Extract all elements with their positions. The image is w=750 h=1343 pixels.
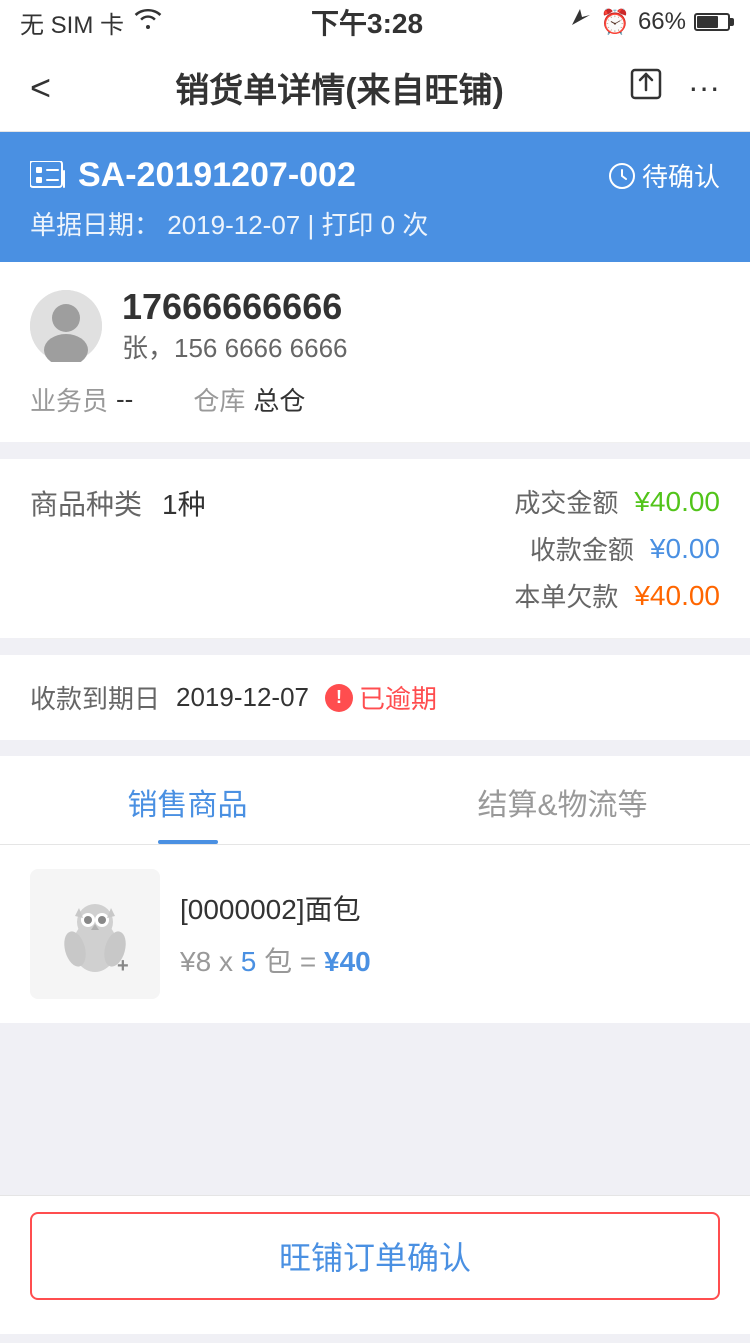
- overdue-text: 已逾期: [359, 679, 437, 716]
- received-amount-value: ¥0.00: [650, 533, 720, 565]
- order-date-row: 单据日期： 2019-12-07 | 打印 0 次: [30, 205, 720, 242]
- carrier-label: 无 SIM 卡: [20, 5, 124, 40]
- battery-label: 66%: [638, 8, 686, 36]
- product-thumbnail: +: [30, 869, 160, 999]
- warehouse-field: 仓库 总仓: [193, 381, 305, 418]
- category-value: 1种: [162, 483, 206, 523]
- salesman-value: --: [116, 384, 133, 415]
- status-left: 无 SIM 卡: [20, 5, 162, 40]
- customer-section: 17666666666 张，156 6666 6666 业务员 -- 仓库 总仓: [0, 262, 750, 442]
- product-total: ¥40: [324, 946, 371, 977]
- divider-1: [30, 442, 720, 443]
- battery-icon: [694, 13, 730, 31]
- overdue-badge: ! 已逾期: [325, 679, 437, 716]
- salesman-label: 业务员: [30, 381, 108, 418]
- deal-amount-value: ¥40.00: [634, 486, 720, 518]
- multiply-sign: x: [219, 946, 241, 977]
- date-label: 单据日期：: [30, 210, 160, 240]
- category-label: 商品种类: [30, 483, 142, 523]
- warehouse-label: 仓库: [193, 381, 245, 418]
- product-price-row: ¥8 x 5 包 = ¥40: [180, 940, 720, 980]
- clock-icon: [608, 162, 636, 190]
- order-date: 2019-12-07: [167, 210, 300, 240]
- tab-sales[interactable]: 销售商品: [0, 756, 375, 844]
- product-code: [0000002]: [180, 894, 305, 925]
- owed-amount-row: 本单欠款 ¥40.00: [514, 577, 720, 614]
- order-status: 待确认: [608, 157, 720, 194]
- nav-actions: ···: [628, 66, 720, 110]
- back-button[interactable]: <: [30, 67, 51, 109]
- order-header: SA-20191207-002 待确认 单据日期： 2019-12-07 | 打…: [0, 132, 750, 262]
- page-title: 销货单详情(来自旺铺): [175, 63, 504, 112]
- customer-info: 17666666666 张，156 6666 6666: [122, 286, 348, 365]
- equals-sign: =: [300, 946, 324, 977]
- bottom-bar: 旺铺订单确认: [0, 1195, 750, 1334]
- due-date-label: 收款到期日: [30, 679, 160, 716]
- tabs-row: 销售商品 结算&物流等: [0, 756, 750, 845]
- empty-area: [0, 1023, 750, 1203]
- nav-bar: < 销货单详情(来自旺铺) ···: [0, 44, 750, 132]
- more-icon[interactable]: ···: [688, 69, 720, 106]
- alarm-icon: ⏰: [600, 8, 630, 37]
- received-amount-label: 收款金额: [530, 530, 634, 567]
- order-icon: [30, 161, 66, 191]
- due-date-value: 2019-12-07: [176, 682, 309, 713]
- salesman-field: 业务员 --: [30, 381, 133, 418]
- overdue-icon: !: [325, 684, 353, 712]
- product-image: +: [45, 884, 145, 984]
- due-section: 收款到期日 2019-12-07 ! 已逾期: [0, 655, 750, 740]
- customer-phone: 17666666666: [122, 286, 348, 328]
- status-right: ⏰ 66%: [572, 8, 730, 37]
- deal-amount-label: 成交金额: [514, 483, 618, 520]
- confirm-button[interactable]: 旺铺订单确认: [30, 1212, 720, 1300]
- received-amount-row: 收款金额 ¥0.00: [530, 530, 720, 567]
- product-info: [0000002]面包 ¥8 x 5 包 = ¥40: [180, 888, 720, 980]
- stats-section: 商品种类 1种 成交金额 ¥40.00 收款金额 ¥0.00 本单欠款 ¥40.…: [0, 459, 750, 638]
- warehouse-value: 总仓: [253, 381, 305, 418]
- tab-settlement[interactable]: 结算&物流等: [375, 756, 750, 844]
- order-id: SA-20191207-002: [30, 156, 356, 195]
- status-text: 待确认: [642, 157, 720, 194]
- location-icon: [572, 8, 592, 36]
- share-icon[interactable]: [628, 66, 664, 110]
- owed-amount-value: ¥40.00: [634, 580, 720, 612]
- owed-amount-label: 本单欠款: [514, 577, 618, 614]
- product-qty: 5: [241, 946, 257, 977]
- product-price: ¥8: [180, 946, 211, 977]
- deal-amount-row: 成交金额 ¥40.00: [514, 483, 720, 520]
- status-bar: 无 SIM 卡 下午3:28 ⏰ 66%: [0, 0, 750, 44]
- wifi-icon: [134, 8, 162, 36]
- product-unit: 包: [264, 946, 292, 977]
- product-section: + [0000002]面包 ¥8 x 5 包 = ¥40: [0, 845, 750, 1023]
- stats-right: 成交金额 ¥40.00 收款金额 ¥0.00 本单欠款 ¥40.00: [514, 483, 720, 614]
- print-info: | 打印 0 次: [307, 210, 428, 240]
- customer-name: 张，156 6666 6666: [122, 328, 348, 365]
- avatar: [30, 290, 102, 362]
- status-time: 下午3:28: [311, 2, 423, 42]
- stats-left: 商品种类 1种: [30, 483, 206, 523]
- product-item: + [0000002]面包 ¥8 x 5 包 = ¥40: [30, 869, 720, 999]
- tabs-section: 销售商品 结算&物流等: [0, 756, 750, 1023]
- svg-text:+: +: [117, 955, 129, 977]
- divider-2: [30, 638, 720, 639]
- customer-fields: 业务员 -- 仓库 总仓: [30, 381, 720, 418]
- product-title: 面包: [305, 894, 361, 925]
- product-name: [0000002]面包: [180, 888, 720, 928]
